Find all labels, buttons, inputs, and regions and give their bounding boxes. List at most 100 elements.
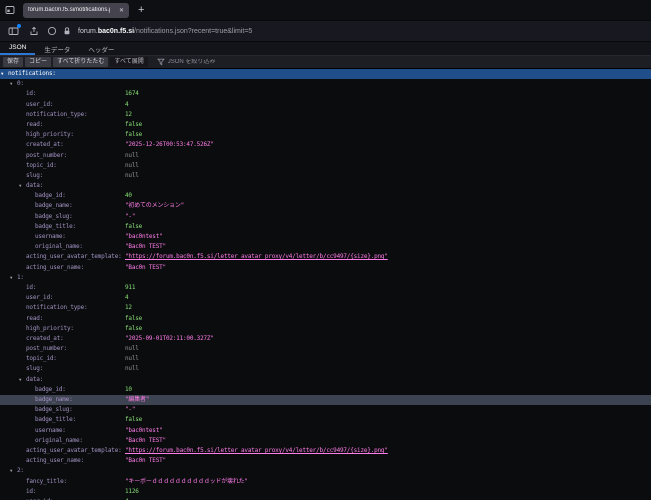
json-key: notification_type: (26, 304, 88, 312)
json-row[interactable]: badge_name: "初めてのメンション" (0, 201, 651, 211)
browser-tab[interactable]: forum.bac0n.f5.si/notifications.j ✕ (23, 2, 129, 18)
json-key: badge_id: (35, 385, 66, 393)
twisty-icon[interactable]: ▼ (10, 466, 12, 476)
json-key: post_number: (26, 345, 67, 353)
json-row[interactable]: topic_id: null (0, 161, 651, 171)
json-row[interactable]: fancy_title: "キーボーｄｄｄｄｄｄｄｄｄｄッドが壊れた" (0, 477, 651, 487)
json-row[interactable]: post_number: null (0, 151, 651, 161)
new-tab-button[interactable]: + (138, 5, 144, 16)
json-value: null (125, 345, 139, 353)
json-row[interactable]: badge_id: 40 (0, 191, 651, 201)
json-value: 4 (125, 294, 129, 302)
url-host: bac0n.f5.si (97, 27, 135, 35)
json-filter-input[interactable] (167, 59, 298, 65)
json-row[interactable]: original_name: "Bac0n TEST" (0, 242, 651, 252)
json-row[interactable]: id: 1126 (0, 487, 651, 497)
json-row[interactable]: notification_type: 12 (0, 303, 651, 313)
json-value: 40 (125, 192, 132, 200)
json-row[interactable]: created_at: "2025-12-26T00:53:47.526Z" (0, 140, 651, 150)
json-row[interactable]: ▼ 1: (0, 273, 651, 283)
json-row[interactable]: ▼ 0: (0, 79, 651, 89)
json-row[interactable]: user_id: 4 (0, 293, 651, 303)
json-key: id: (26, 487, 37, 495)
json-key: topic_id: (26, 355, 57, 363)
json-key: user_id: (26, 294, 54, 302)
json-key: original_name: (35, 436, 83, 444)
json-row[interactable]: badge_title: false (0, 415, 651, 425)
json-row[interactable]: acting_user_name: "Bac0n TEST" (0, 456, 651, 466)
tab-title: forum.bac0n.f5.si/notifications.j (28, 7, 111, 13)
lock-icon[interactable] (62, 26, 72, 36)
json-row[interactable]: slug: null (0, 171, 651, 181)
json-key: created_at: (26, 334, 64, 342)
json-value-link[interactable]: "https://forum.bac0n.f5.si/letter_avatar… (125, 252, 388, 262)
json-row[interactable]: high_priority: false (0, 130, 651, 140)
json-key: username: (35, 426, 66, 434)
twisty-icon[interactable]: ▼ (10, 79, 12, 89)
json-row[interactable]: created_at: "2025-09-01T02:11:00.327Z" (0, 334, 651, 344)
json-row[interactable]: user_id: 4 (0, 100, 651, 110)
json-value: "2025-12-26T00:53:47.526Z" (125, 141, 214, 149)
json-value-link[interactable]: "https://forum.bac0n.f5.si/letter_avatar… (125, 446, 388, 456)
json-key: read: (26, 314, 44, 322)
filter-box (156, 58, 298, 66)
json-row[interactable]: post_number: null (0, 344, 651, 354)
url-path: /notifications.json?recent=true&limit=5 (134, 27, 253, 35)
json-row[interactable]: slug: null (0, 364, 651, 374)
json-row[interactable]: id: 911 (0, 283, 651, 293)
json-row[interactable]: ▼ data: (0, 375, 651, 385)
tab-headers[interactable]: ヘッダー (79, 42, 123, 55)
json-value: "Bac0n TEST" (125, 457, 166, 465)
shield-icon[interactable] (47, 26, 57, 36)
copy-button[interactable]: コピー (25, 57, 52, 67)
sidebar-icon[interactable] (8, 24, 21, 36)
json-key: badge_name: (35, 396, 73, 403)
json-row[interactable]: acting_user_avatar_template: "https://fo… (0, 252, 651, 262)
json-row[interactable]: read: false (0, 120, 651, 130)
json-row[interactable]: topic_id: null (0, 354, 651, 364)
json-key: slug: (26, 171, 44, 179)
json-value: "Bac0n TEST" (125, 436, 166, 444)
json-row[interactable]: original_name: "Bac0n TEST" (0, 436, 651, 446)
json-key: notification_type: (26, 110, 88, 118)
json-row[interactable]: badge_slug: "-" (0, 405, 651, 415)
collapse-all-button[interactable]: すべて折りたたむ (53, 57, 109, 67)
json-key: id: (26, 90, 37, 98)
tab-json[interactable]: JSON (0, 42, 36, 55)
json-row[interactable]: badge_slug: "-" (0, 212, 651, 222)
json-row[interactable]: badge_title: false (0, 222, 651, 232)
json-value: null (125, 171, 139, 179)
share-icon[interactable] (29, 26, 39, 36)
json-row[interactable]: ▼ 2: (0, 466, 651, 476)
browser-window: forum.bac0n.f5.si/notifications.j ✕ + fo… (0, 0, 651, 500)
json-key: acting_user_name: (26, 457, 85, 465)
twisty-icon[interactable]: ▼ (1, 69, 3, 79)
json-row[interactable]: username: "bac0ntest" (0, 426, 651, 436)
json-row[interactable]: username: "bac0ntest" (0, 232, 651, 242)
json-row[interactable]: badge_id: 10 (0, 385, 651, 395)
tab-close-icon[interactable]: ✕ (119, 7, 124, 14)
json-row[interactable]: acting_user_avatar_template: "https://fo… (0, 446, 651, 456)
url-bar[interactable]: forum.bac0n.f5.si/notifications.json?rec… (78, 28, 252, 35)
json-row[interactable]: badge_name: "編集者" (0, 395, 651, 406)
json-row[interactable]: id: 1674 (0, 89, 651, 99)
save-button[interactable]: 保存 (3, 57, 24, 67)
json-value: false (125, 324, 143, 332)
json-row[interactable]: ▼ data: (0, 181, 651, 191)
tab-raw-data[interactable]: 生データ (35, 42, 79, 55)
json-value: 12 (125, 110, 132, 118)
json-key: data: (26, 375, 44, 383)
firefox-view-icon[interactable] (5, 5, 15, 15)
twisty-icon[interactable]: ▼ (10, 273, 12, 283)
json-row[interactable]: read: false (0, 314, 651, 324)
expand-all-button[interactable]: すべて展開 (110, 57, 148, 67)
json-row[interactable]: ▼ notifications: (0, 69, 651, 80)
json-value: "bac0ntest" (125, 426, 163, 434)
json-row[interactable]: acting_user_name: "Bac0n TEST" (0, 263, 651, 273)
json-row[interactable]: high_priority: false (0, 324, 651, 334)
twisty-icon[interactable]: ▼ (19, 181, 21, 191)
json-value: 12 (125, 304, 132, 312)
json-key: badge_title: (35, 222, 76, 230)
json-row[interactable]: notification_type: 12 (0, 110, 651, 120)
twisty-icon[interactable]: ▼ (19, 375, 21, 385)
